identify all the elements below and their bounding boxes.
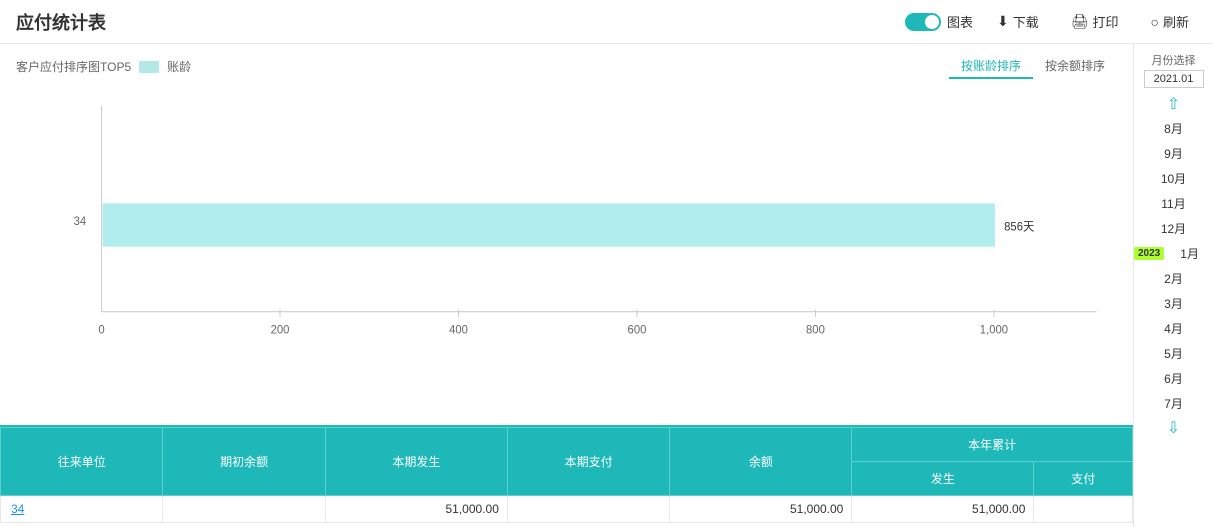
print-icon: 🖨 bbox=[1071, 13, 1089, 30]
svg-text:600: 600 bbox=[628, 323, 647, 336]
svg-text:200: 200 bbox=[271, 323, 290, 336]
balance-cell: 51,000.00 bbox=[670, 496, 852, 523]
year-badge: 2023 bbox=[1134, 247, 1164, 260]
chart-toggle-label: 图表 bbox=[947, 12, 973, 31]
svg-text:34: 34 bbox=[74, 215, 87, 228]
svg-text:1,000: 1,000 bbox=[980, 323, 1008, 336]
main-content: 客户应付排序图TOP5 账龄 按账龄排序 按余额排序 bbox=[0, 44, 1213, 527]
col-balance-header: 余额 bbox=[670, 428, 852, 496]
month-item-12[interactable]: 12月 bbox=[1134, 216, 1213, 241]
unit-cell: 34 bbox=[1, 496, 163, 523]
month-sidebar: 月份选择 ⇧ 8月 9月 10月 11月 12月 2023 1月 2月 3月 4… bbox=[1133, 44, 1213, 527]
col-year-occur-header: 发生 bbox=[852, 462, 1034, 496]
svg-text:856天: 856天 bbox=[1004, 220, 1034, 233]
header: 应付统计表 图表 ⬇ 下载 🖨 打印 ○ 刷新 bbox=[0, 0, 1213, 44]
refresh-icon: ○ bbox=[1151, 14, 1159, 30]
month-item-5[interactable]: 5月 bbox=[1134, 341, 1213, 366]
col-year-pay-header: 支付 bbox=[1034, 462, 1133, 496]
sort-by-age-button[interactable]: 按账龄排序 bbox=[949, 54, 1033, 79]
month-item-9[interactable]: 9月 bbox=[1134, 141, 1213, 166]
month-item-3[interactable]: 3月 bbox=[1134, 291, 1213, 316]
year-marker-row: 2023 1月 bbox=[1134, 241, 1213, 266]
month-item-4[interactable]: 4月 bbox=[1134, 316, 1213, 341]
month-down-button[interactable]: ⇩ bbox=[1162, 416, 1186, 440]
sidebar-title: 月份选择 bbox=[1152, 48, 1196, 70]
download-icon: ⬇ bbox=[997, 13, 1009, 30]
download-label: 下载 bbox=[1013, 12, 1039, 31]
legend-title: 客户应付排序图TOP5 bbox=[16, 58, 131, 75]
download-button[interactable]: ⬇ 下载 bbox=[989, 8, 1047, 35]
page-title: 应付统计表 bbox=[16, 9, 106, 35]
svg-text:800: 800 bbox=[806, 323, 825, 336]
col-opening-header: 期初余额 bbox=[163, 428, 325, 496]
legend-box bbox=[139, 61, 159, 73]
svg-text:400: 400 bbox=[449, 323, 468, 336]
legend-label: 账龄 bbox=[167, 58, 191, 75]
month-item-6[interactable]: 6月 bbox=[1134, 366, 1213, 391]
chart-toggle-container: 图表 bbox=[905, 12, 973, 31]
chart-toggle[interactable] bbox=[905, 13, 941, 31]
chart-sort-buttons: 按账龄排序 按余额排序 bbox=[949, 54, 1117, 79]
table-row: 34 51,000.00 51,000.00 51,000.00 bbox=[1, 496, 1133, 523]
refresh-button[interactable]: ○ 刷新 bbox=[1143, 8, 1197, 35]
pay-cell bbox=[507, 496, 669, 523]
opening-cell bbox=[163, 496, 325, 523]
chart-container: 34 856天 0 200 400 600 800 bbox=[0, 85, 1133, 425]
svg-text:0: 0 bbox=[98, 323, 104, 336]
month-item-7[interactable]: 7月 bbox=[1134, 391, 1213, 416]
year-occur-cell: 51,000.00 bbox=[852, 496, 1034, 523]
print-button[interactable]: 🖨 打印 bbox=[1063, 8, 1127, 35]
chart-area: 客户应付排序图TOP5 账龄 按账龄排序 按余额排序 bbox=[0, 44, 1133, 527]
month-item-8[interactable]: 8月 bbox=[1134, 116, 1213, 141]
table-section: 往来单位 期初余额 本期发生 本期支付 余额 本年累计 发生 支付 bbox=[0, 425, 1133, 523]
table-container: 往来单位 期初余额 本期发生 本期支付 余额 本年累计 发生 支付 bbox=[0, 427, 1133, 523]
month-item-11[interactable]: 11月 bbox=[1134, 191, 1213, 216]
col-year-header: 本年累计 bbox=[852, 428, 1133, 462]
app-container: 应付统计表 图表 ⬇ 下载 🖨 打印 ○ 刷新 bbox=[0, 0, 1213, 527]
occur-cell: 51,000.00 bbox=[325, 496, 507, 523]
year-input[interactable] bbox=[1144, 70, 1204, 88]
header-actions: 图表 ⬇ 下载 🖨 打印 ○ 刷新 bbox=[905, 8, 1197, 35]
data-table: 往来单位 期初余额 本期发生 本期支付 余额 本年累计 发生 支付 bbox=[0, 427, 1133, 523]
month-item-2[interactable]: 2月 bbox=[1134, 266, 1213, 291]
chart-legend: 客户应付排序图TOP5 账龄 bbox=[16, 58, 191, 75]
col-unit-header: 往来单位 bbox=[1, 428, 163, 496]
print-label: 打印 bbox=[1093, 12, 1119, 31]
month-up-button[interactable]: ⇧ bbox=[1162, 92, 1186, 116]
bar-chart: 34 856天 0 200 400 600 800 bbox=[40, 95, 1117, 355]
sort-by-balance-button[interactable]: 按余额排序 bbox=[1033, 54, 1117, 79]
year-pay-cell bbox=[1034, 496, 1133, 523]
month-item-1[interactable]: 1月 bbox=[1166, 241, 1213, 266]
refresh-label: 刷新 bbox=[1163, 12, 1189, 31]
chart-header: 客户应付排序图TOP5 账龄 按账龄排序 按余额排序 bbox=[0, 44, 1133, 85]
unit-link[interactable]: 34 bbox=[11, 502, 24, 516]
col-occur-header: 本期发生 bbox=[325, 428, 507, 496]
month-item-10[interactable]: 10月 bbox=[1134, 166, 1213, 191]
col-pay-header: 本期支付 bbox=[507, 428, 669, 496]
